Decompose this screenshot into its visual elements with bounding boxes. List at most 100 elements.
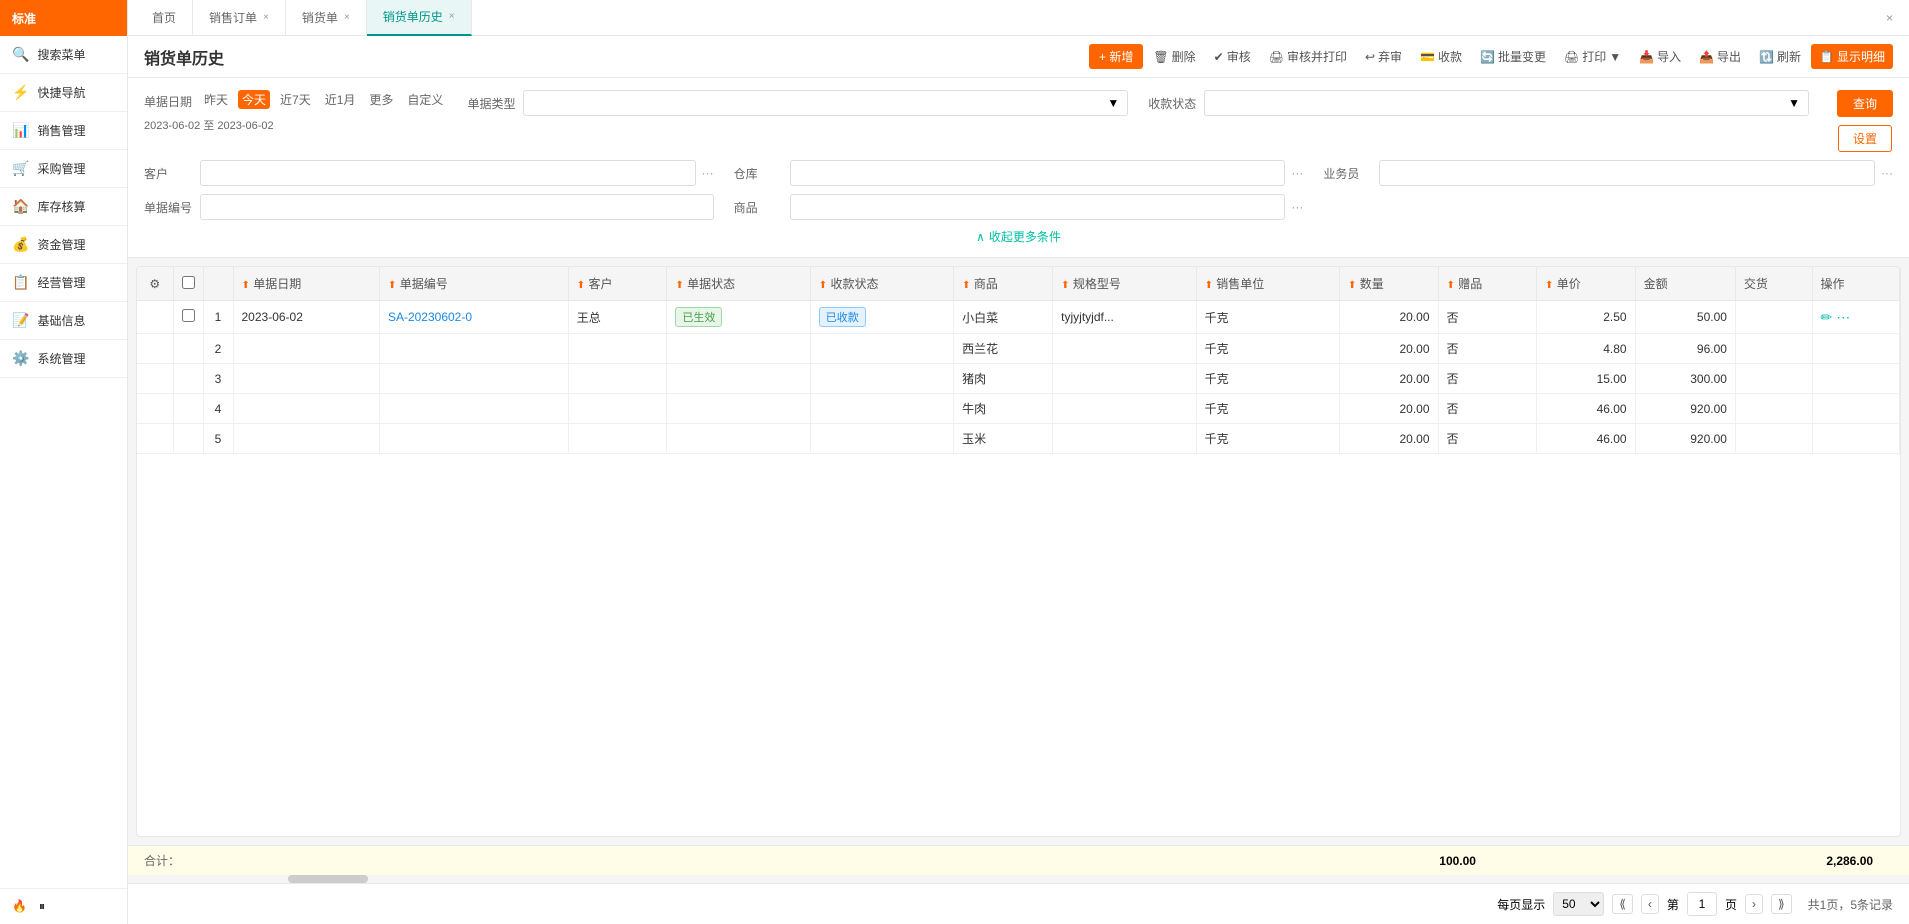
sidebar-item-purchase-mgmt[interactable]: 🛒 采购管理	[0, 150, 127, 188]
sidebar-item-quick-nav[interactable]: ⚡ 快捷导航	[0, 74, 127, 112]
table-header-spec[interactable]: ⬆ 规格型号	[1053, 267, 1196, 301]
table-header-action: 操作	[1812, 267, 1899, 301]
tab-close-icon[interactable]: ×	[344, 12, 350, 23]
sidebar-item-sales-mgmt[interactable]: 📊 销售管理	[0, 112, 127, 150]
tab-sales-delivery[interactable]: 销货单 ×	[286, 0, 367, 36]
warehouse-filter: 仓库 ···	[734, 160, 1304, 186]
sidebar-item-label: 快捷导航	[37, 84, 85, 101]
doc-no-input[interactable]	[200, 194, 714, 220]
tab-sales-order[interactable]: 销售订单 ×	[193, 0, 286, 36]
page-number-input[interactable]	[1687, 892, 1717, 916]
row-doc-no[interactable]	[379, 334, 568, 364]
close-all-tabs-button[interactable]: ×	[1878, 11, 1901, 25]
row-price: 46.00	[1537, 394, 1636, 424]
date-shortcut-custom[interactable]: 自定义	[403, 90, 447, 109]
row-price: 2.50	[1537, 301, 1636, 334]
goods-ellipsis[interactable]: ···	[1291, 200, 1303, 214]
table-header-price[interactable]: ⬆ 单价	[1537, 267, 1636, 301]
table-header-amount: 金额	[1635, 267, 1735, 301]
delete-button[interactable]: 🗑 删除	[1145, 44, 1203, 69]
staff-ellipsis[interactable]: ···	[1881, 166, 1893, 180]
import-button[interactable]: 📥 导入	[1631, 44, 1689, 69]
table-header-pay-status[interactable]: ⬆ 收款状态	[810, 267, 953, 301]
sidebar-item-label: 库存核算	[37, 198, 85, 215]
fire-icon[interactable]: 🔥	[12, 899, 27, 914]
first-page-button[interactable]: ⟪	[1612, 894, 1633, 914]
row-pay-status	[810, 334, 953, 364]
per-page-label: 每页显示	[1497, 896, 1545, 913]
staff-input[interactable]	[1379, 160, 1875, 186]
select-all-checkbox[interactable]	[182, 276, 195, 289]
doc-type-select[interactable]: ▼	[523, 90, 1128, 116]
table-header-doc-status[interactable]: ⬆ 单据状态	[667, 267, 810, 301]
print-button[interactable]: 🖨 打印 ▼	[1556, 44, 1629, 69]
table-header-customer[interactable]: ⬆ 客户	[568, 267, 667, 301]
per-page-select[interactable]: 50 100 200	[1553, 892, 1604, 916]
date-shortcut-more[interactable]: 更多	[365, 90, 397, 109]
date-shortcut-today[interactable]: 今天	[238, 90, 270, 109]
row-check[interactable]	[173, 394, 203, 424]
table-header-qty[interactable]: ⬆ 数量	[1339, 267, 1438, 301]
collect-button[interactable]: 💳 收款	[1412, 44, 1470, 69]
export-button[interactable]: 📤 导出	[1691, 44, 1749, 69]
row-checkbox[interactable]	[182, 309, 195, 322]
table-header-unit[interactable]: ⬆ 销售单位	[1196, 267, 1339, 301]
edit-icon[interactable]: ✏	[1821, 309, 1833, 326]
table-header-gear[interactable]: ⚙	[137, 267, 173, 301]
sidebar-item-inventory[interactable]: 🏠 库存核算	[0, 188, 127, 226]
row-unit: 千克	[1196, 394, 1339, 424]
table-header-goods[interactable]: ⬆ 商品	[954, 267, 1053, 301]
pause-icon[interactable]: ⏸	[39, 899, 45, 914]
tab-close-icon[interactable]: ×	[449, 11, 455, 22]
audit-button[interactable]: ✔ 审核	[1206, 44, 1259, 69]
last-page-button[interactable]: ⟫	[1771, 894, 1792, 914]
row-check[interactable]	[173, 424, 203, 454]
sidebar-item-finance-mgmt[interactable]: 💰 资金管理	[0, 226, 127, 264]
sidebar-item-sys-mgmt[interactable]: ⚙️ 系统管理	[0, 340, 127, 378]
collapse-filter-button[interactable]: ∧ 收起更多条件	[144, 228, 1893, 245]
tab-home[interactable]: 首页	[136, 0, 193, 36]
table-header-doc-no[interactable]: ⬆ 单据编号	[379, 267, 568, 301]
scrollbar-thumb[interactable]	[288, 875, 368, 883]
row-action	[1812, 364, 1899, 394]
warehouse-ellipsis[interactable]: ···	[1291, 166, 1303, 180]
more-icon[interactable]: ⋯	[1836, 309, 1850, 326]
customer-ellipsis[interactable]: ···	[702, 166, 714, 180]
table-row: 2 西兰花 千克 20.00 否 4.80 96.00	[137, 334, 1900, 364]
date-shortcut-1month[interactable]: 近1月	[321, 90, 360, 109]
sidebar-item-ops-mgmt[interactable]: 📋 经营管理	[0, 264, 127, 302]
tab-sales-history[interactable]: 销货单历史 ×	[367, 0, 472, 36]
date-shortcut-yesterday[interactable]: 昨天	[200, 90, 232, 109]
table-header-check[interactable]	[173, 267, 203, 301]
goods-input[interactable]	[790, 194, 1286, 220]
row-check[interactable]	[173, 301, 203, 334]
abandon-button[interactable]: ↩ 弃审	[1357, 44, 1410, 69]
row-check[interactable]	[173, 364, 203, 394]
sidebar-item-search-menu[interactable]: 🔍 搜索菜单	[0, 36, 127, 74]
batch-change-button[interactable]: 🔄 批量变更	[1472, 44, 1554, 69]
row-check[interactable]	[173, 334, 203, 364]
table-header-date[interactable]: ⬆ 单据日期	[233, 267, 379, 301]
show-detail-button[interactable]: 📋 显示明细	[1811, 44, 1893, 69]
row-doc-no[interactable]	[379, 424, 568, 454]
new-button[interactable]: + 新增	[1089, 44, 1143, 69]
tab-close-icon[interactable]: ×	[263, 12, 269, 23]
table-header-gift[interactable]: ⬆ 赠品	[1438, 267, 1537, 301]
warehouse-input[interactable]	[790, 160, 1286, 186]
row-doc-no[interactable]	[379, 364, 568, 394]
gear-icon: ⚙️	[12, 350, 29, 367]
prev-page-button[interactable]: ‹	[1641, 894, 1659, 914]
customer-input[interactable]	[200, 160, 696, 186]
row-doc-no[interactable]	[379, 394, 568, 424]
row-doc-no[interactable]: SA-20230602-0	[379, 301, 568, 334]
set-button[interactable]: 设置	[1838, 125, 1892, 152]
next-page-button[interactable]: ›	[1745, 894, 1763, 914]
refresh-button[interactable]: 🔃 刷新	[1751, 44, 1809, 69]
sidebar-item-basic-info[interactable]: 📝 基础信息	[0, 302, 127, 340]
query-button[interactable]: 查询	[1837, 90, 1893, 117]
date-shortcut-7days[interactable]: 近7天	[276, 90, 315, 109]
doc-no-link[interactable]: SA-20230602-0	[388, 310, 472, 324]
horizontal-scrollbar[interactable]	[128, 875, 1909, 883]
payment-status-select[interactable]: ▼	[1204, 90, 1809, 116]
audit-print-button[interactable]: 🖨 审核并打印	[1261, 44, 1355, 69]
